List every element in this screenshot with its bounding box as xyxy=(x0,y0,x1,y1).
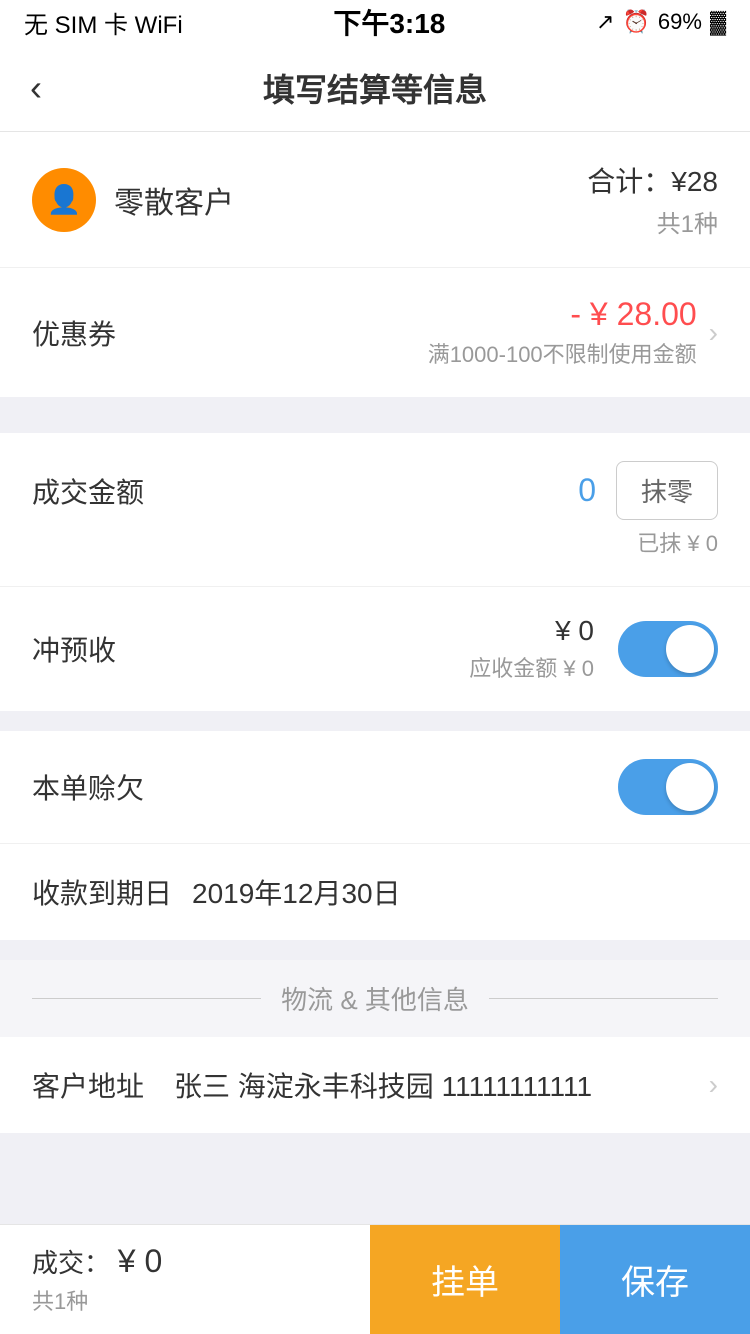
transaction-input[interactable] xyxy=(516,472,596,509)
coupon-label: 优惠券 xyxy=(32,313,116,353)
prepayment-toggle-knob xyxy=(666,625,714,673)
status-bar: 无 SIM 卡 WiFi 下午3:18 ↗ ⏰ 69% ▓ xyxy=(0,0,750,44)
round-zero-button[interactable]: 抹零 xyxy=(616,461,718,520)
separator-1 xyxy=(0,413,750,433)
bottom-bar: 成交： ¥ 0 共1种 挂单 保存 xyxy=(0,1224,750,1334)
due-date-value: 2019年12月30日 xyxy=(192,872,401,912)
prepayment-sub: 应收金额 ¥ 0 xyxy=(469,651,594,683)
logistics-divider: 物流 & 其他信息 xyxy=(0,960,750,1037)
credit-debt-label: 本单赊欠 xyxy=(32,767,144,807)
location-icon: ↗ xyxy=(596,9,614,35)
coupon-chevron-icon: › xyxy=(709,317,718,349)
status-right: ↗ ⏰ 69% ▓ xyxy=(596,9,726,35)
customer-name: 零散客户 xyxy=(114,178,234,222)
address-row[interactable]: 客户地址 张三 海淀永丰科技园 11111111111 › xyxy=(0,1037,750,1133)
customer-left: 👤 零散客户 xyxy=(32,168,234,232)
bottom-summary: 成交： ¥ 0 共1种 xyxy=(0,1243,370,1316)
battery-icon: ▓ xyxy=(710,9,726,35)
page-title: 填写结算等信息 xyxy=(263,65,487,111)
due-date-label: 收款到期日 xyxy=(32,872,172,912)
amount-row-wrap: 成交金额 抹零 xyxy=(32,461,718,520)
coupon-right: - ¥ 28.00 满1000-100不限制使用金额 › xyxy=(428,296,718,369)
alarm-icon: ⏰ xyxy=(622,9,649,35)
bottom-chengjiao-label: 成交： xyxy=(32,1248,110,1278)
divider-line-left xyxy=(32,998,261,999)
bottom-chengjiao-row: 成交： ¥ 0 xyxy=(32,1243,338,1280)
signal-text: 无 SIM 卡 WiFi xyxy=(24,5,183,40)
amount-sub-row: 已抹 ¥ 0 xyxy=(32,526,718,558)
prepayment-row: 冲预收 ¥ 0 应收金额 ¥ 0 xyxy=(0,586,750,711)
coupon-discount: - ¥ 28.00 xyxy=(428,296,697,333)
already-rounded-label: 已抹 ¥ 0 xyxy=(637,526,718,558)
address-value: 张三 海淀永丰科技园 11111111111 xyxy=(174,1065,709,1105)
due-date-row: 收款到期日 2019年12月30日 xyxy=(0,844,750,940)
pending-button[interactable]: 挂单 xyxy=(370,1225,560,1334)
credit-debt-section: 本单赊欠 收款到期日 2019年12月30日 xyxy=(0,731,750,940)
customer-total: 合计：¥28 xyxy=(587,160,718,200)
prepayment-label: 冲预收 xyxy=(32,629,116,669)
battery-text: 69% xyxy=(658,9,702,35)
coupon-row[interactable]: 优惠券 - ¥ 28.00 满1000-100不限制使用金额 › xyxy=(0,267,750,397)
prepayment-toggle[interactable] xyxy=(618,621,718,677)
prepayment-amount: ¥ 0 xyxy=(469,615,594,647)
save-button[interactable]: 保存 xyxy=(560,1225,750,1334)
customer-avatar: 👤 xyxy=(32,168,96,232)
back-button[interactable]: ‹ xyxy=(30,67,42,109)
separator-3 xyxy=(0,940,750,960)
customer-section: 👤 零散客户 合计：¥28 共1种 优惠券 - ¥ 28.00 满1000-10… xyxy=(0,132,750,397)
address-label: 客户地址 xyxy=(32,1065,144,1105)
bottom-count: 共1种 xyxy=(32,1284,338,1316)
separator-2 xyxy=(0,711,750,731)
prepayment-right: ¥ 0 应收金额 ¥ 0 xyxy=(469,615,718,683)
avatar-icon: 👤 xyxy=(47,183,82,216)
transaction-label: 成交金额 xyxy=(32,471,144,511)
nav-bar: ‹ 填写结算等信息 xyxy=(0,44,750,132)
transaction-section: 成交金额 抹零 已抹 ¥ 0 冲预收 ¥ 0 应收金额 ¥ 0 xyxy=(0,433,750,711)
prepayment-detail: ¥ 0 应收金额 ¥ 0 xyxy=(469,615,594,683)
logistics-label: 物流 & 其他信息 xyxy=(281,980,469,1017)
status-time: 下午3:18 xyxy=(333,2,445,42)
transaction-amount-row: 成交金额 抹零 已抹 ¥ 0 xyxy=(0,433,750,586)
credit-debt-toggle-knob xyxy=(666,763,714,811)
status-left: 无 SIM 卡 WiFi xyxy=(24,5,183,40)
credit-debt-toggle[interactable] xyxy=(618,759,718,815)
coupon-description: 满1000-100不限制使用金额 xyxy=(428,337,697,369)
content-area: 👤 零散客户 合计：¥28 共1种 优惠券 - ¥ 28.00 满1000-10… xyxy=(0,132,750,1253)
customer-row: 👤 零散客户 合计：¥28 共1种 xyxy=(0,132,750,267)
customer-right: 合计：¥28 共1种 xyxy=(587,160,718,239)
divider-line-right xyxy=(489,998,718,999)
credit-debt-row: 本单赊欠 xyxy=(0,731,750,844)
transaction-right: 抹零 xyxy=(516,461,718,520)
coupon-detail: - ¥ 28.00 满1000-100不限制使用金额 xyxy=(428,296,697,369)
customer-count: 共1种 xyxy=(587,204,718,239)
address-chevron-icon: › xyxy=(709,1069,718,1101)
bottom-amount: ¥ 0 xyxy=(118,1243,162,1279)
